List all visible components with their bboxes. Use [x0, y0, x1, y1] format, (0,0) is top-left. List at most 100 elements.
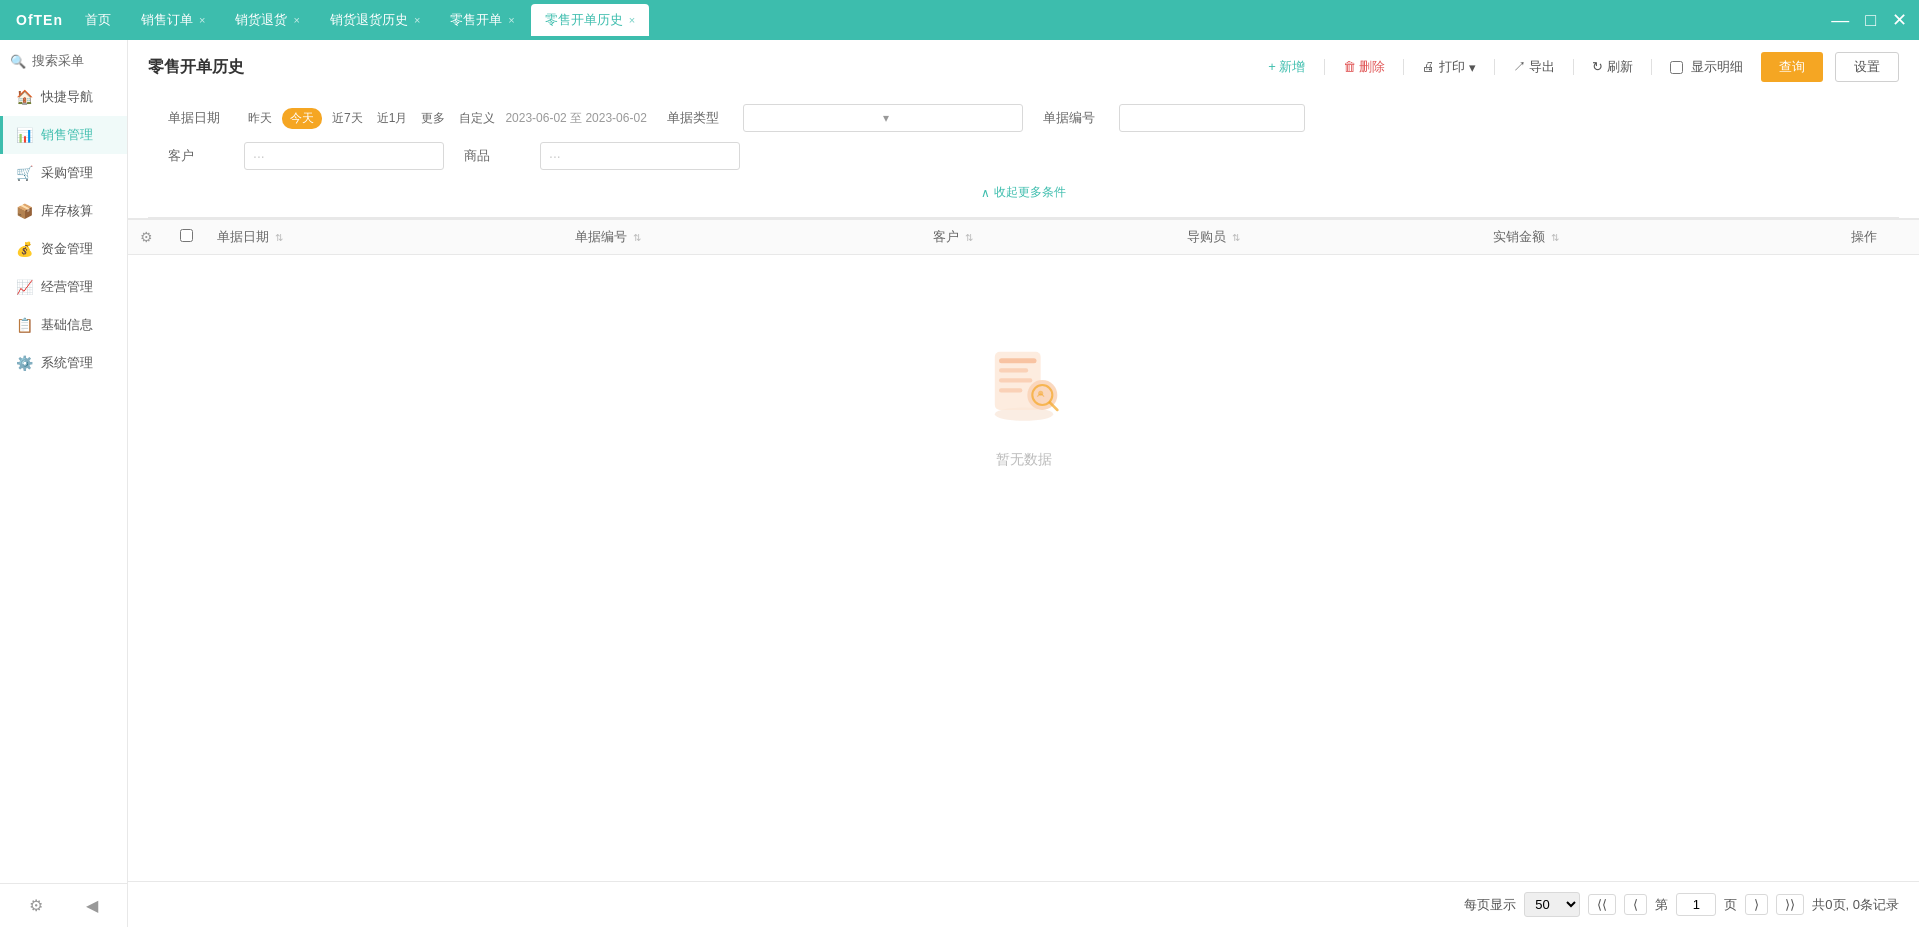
- sidebar-item-label-basic-info: 基础信息: [41, 316, 93, 334]
- system-mgmt-icon: ⚙️: [15, 354, 33, 372]
- date-btn-custom[interactable]: 自定义: [455, 108, 499, 129]
- date-btn-last7[interactable]: 近7天: [328, 108, 367, 129]
- doc-no-sort-icon[interactable]: ⇅: [633, 232, 641, 243]
- tab-close-sales-return-history[interactable]: ×: [414, 14, 420, 26]
- tab-item-sales-order[interactable]: 销售订单×: [127, 4, 219, 36]
- add-button[interactable]: + 新增: [1262, 54, 1311, 80]
- doc-date-sort-icon[interactable]: ⇅: [275, 232, 283, 243]
- sidebar-item-quick-nav[interactable]: 🏠快捷导航: [0, 78, 127, 116]
- sidebar-item-inventory[interactable]: 📦库存核算: [0, 192, 127, 230]
- basic-info-icon: 📋: [15, 316, 33, 334]
- sidebar-collapse-btn[interactable]: ◀: [82, 892, 102, 919]
- table-gear-icon[interactable]: ⚙: [140, 229, 153, 245]
- tab-item-home[interactable]: 首页: [71, 4, 125, 36]
- sidebar-item-label-sales-mgmt: 销售管理: [41, 126, 93, 144]
- goods-input[interactable]: ···: [540, 142, 740, 170]
- main-layout: 🔍 搜索采单 🏠快捷导航 📊 销售管理 🛒采购管理📦库存核算💰资金管理 📈 经营管理 📋 基础…: [0, 40, 1919, 927]
- th-customer: 客户 ⇅: [921, 220, 1175, 255]
- amount-sort-icon[interactable]: ⇅: [1551, 232, 1559, 243]
- sidebar-item-basic-info[interactable]: 📋 基础信息: [0, 306, 127, 344]
- date-btn-yesterday[interactable]: 昨天: [244, 108, 276, 129]
- th-settings: ⚙: [128, 220, 168, 255]
- last-page-btn[interactable]: ⟩⟩: [1776, 894, 1804, 915]
- customer-sort-icon[interactable]: ⇅: [965, 232, 973, 243]
- salesperson-sort-icon[interactable]: ⇅: [1232, 232, 1240, 243]
- table-wrapper: ⚙ 单据日期 ⇅ 单据编号 ⇅: [128, 219, 1919, 881]
- export-button[interactable]: ↗ 导出: [1507, 54, 1562, 80]
- prev-page-btn[interactable]: ⟨: [1624, 894, 1647, 915]
- page-label-post: 页: [1724, 896, 1737, 914]
- search-icon: 🔍: [10, 54, 26, 69]
- display-detail-button[interactable]: 显示明细: [1664, 54, 1749, 80]
- tab-close-retail-open-history[interactable]: ×: [629, 14, 635, 26]
- customer-input[interactable]: ···: [244, 142, 444, 170]
- empty-text: 暂无数据: [996, 451, 1052, 469]
- quick-nav-icon: 🏠: [15, 88, 33, 106]
- collapse-btn[interactable]: ∧ 收起更多条件: [981, 184, 1066, 201]
- select-all-checkbox[interactable]: [180, 229, 193, 242]
- svg-rect-5: [999, 388, 1022, 392]
- doc-type-label: 单据类型: [667, 109, 723, 127]
- window-close-btn[interactable]: ✕: [1888, 9, 1911, 31]
- th-doc-date-label: 单据日期: [217, 229, 269, 244]
- th-doc-no: 单据编号 ⇅: [563, 220, 921, 255]
- sidebar-item-sales-mgmt[interactable]: 📊 销售管理: [0, 116, 127, 154]
- delete-button[interactable]: 🗑 删除: [1337, 54, 1392, 80]
- customer-ellipsis: ···: [253, 148, 265, 164]
- page-size-select[interactable]: 50 10 20 100: [1524, 892, 1580, 917]
- date-filter-label: 单据日期: [168, 109, 224, 127]
- doc-no-input[interactable]: [1119, 104, 1305, 132]
- window-maximize-btn[interactable]: □: [1861, 10, 1880, 31]
- sidebar: 🔍 搜索采单 🏠快捷导航 📊 销售管理 🛒采购管理📦库存核算💰资金管理 📈 经营管理 📋 基础…: [0, 40, 128, 927]
- display-detail-checkbox[interactable]: [1670, 61, 1683, 74]
- sidebar-item-operation-mgmt[interactable]: 📈 经营管理: [0, 268, 127, 306]
- query-button[interactable]: 查询: [1761, 52, 1823, 82]
- sidebar-item-label-operation-mgmt: 经营管理: [41, 278, 93, 296]
- operation-mgmt-icon: 📈: [15, 278, 33, 296]
- sidebar-item-purchase-mgmt[interactable]: 🛒采购管理: [0, 154, 127, 192]
- collapse-icon: ∧: [981, 186, 990, 200]
- date-btn-last1month[interactable]: 近1月: [373, 108, 412, 129]
- filter-row-2: 客户 ··· 商品 ···: [168, 142, 1879, 170]
- total-info: 共0页, 0条记录: [1812, 896, 1899, 914]
- setting-button[interactable]: 设置: [1835, 52, 1899, 82]
- filter-area: 单据日期 昨天 今天 近7天 近1月 更多 自定义 2023-06-02 至 2…: [148, 92, 1899, 218]
- sales-mgmt-icon: 📊: [15, 126, 33, 144]
- content-area: 零售开单历史 + 新增 🗑 删除 🖨 打印 ▾ ↗ 导出 ↻ 刷新: [128, 40, 1919, 927]
- sidebar-settings-btn[interactable]: ⚙: [25, 892, 47, 919]
- date-btn-today[interactable]: 今天: [282, 108, 322, 129]
- next-page-btn[interactable]: ⟩: [1745, 894, 1768, 915]
- sidebar-search[interactable]: 🔍 搜索采单: [0, 40, 127, 78]
- tab-bar: OfTEn 首页销售订单×销货退货×销货退货历史×零售开单×零售开单历史× — …: [0, 0, 1919, 40]
- tab-item-sales-return[interactable]: 销货退货×: [221, 4, 313, 36]
- sidebar-item-finance-mgmt[interactable]: 💰资金管理: [0, 230, 127, 268]
- print-button[interactable]: 🖨 打印 ▾: [1416, 54, 1482, 80]
- sidebar-item-system-mgmt[interactable]: ⚙️系统管理: [0, 344, 127, 382]
- tab-item-retail-open-history[interactable]: 零售开单历史×: [531, 4, 649, 36]
- tab-close-retail-open[interactable]: ×: [508, 14, 514, 26]
- tab-item-retail-open[interactable]: 零售开单×: [436, 4, 528, 36]
- tabs-container: 首页销售订单×销货退货×销货退货历史×零售开单×零售开单历史×: [71, 4, 651, 36]
- th-actions-label: 操作: [1851, 229, 1877, 244]
- th-salesperson-label: 导购员: [1187, 229, 1226, 244]
- pagination-bar: 每页显示 50 10 20 100 ⟨⟨ ⟨ 第 页 ⟩ ⟩⟩ 共0页, 0条记…: [128, 881, 1919, 927]
- window-minimize-btn[interactable]: —: [1827, 10, 1853, 31]
- th-amount: 实销金额 ⇅: [1481, 220, 1839, 255]
- svg-rect-2: [999, 358, 1037, 363]
- doc-type-select[interactable]: ▾: [743, 104, 1023, 132]
- tab-item-sales-return-history[interactable]: 销货退货历史×: [316, 4, 434, 36]
- brand-logo: OfTEn: [8, 12, 71, 28]
- page-header: 零售开单历史 + 新增 🗑 删除 🖨 打印 ▾ ↗ 导出 ↻ 刷新: [128, 40, 1919, 219]
- tab-close-sales-return[interactable]: ×: [293, 14, 299, 26]
- table-header: ⚙ 单据日期 ⇅ 单据编号 ⇅: [128, 220, 1919, 255]
- table-header-row: ⚙ 单据日期 ⇅ 单据编号 ⇅: [128, 220, 1919, 255]
- data-table: ⚙ 单据日期 ⇅ 单据编号 ⇅: [128, 219, 1919, 255]
- refresh-button[interactable]: ↻ 刷新: [1586, 54, 1639, 80]
- th-salesperson: 导购员 ⇅: [1175, 220, 1481, 255]
- first-page-btn[interactable]: ⟨⟨: [1588, 894, 1616, 915]
- page-title-row: 零售开单历史 + 新增 🗑 删除 🖨 打印 ▾ ↗ 导出 ↻ 刷新: [148, 52, 1899, 82]
- th-doc-date: 单据日期 ⇅: [205, 220, 563, 255]
- tab-close-sales-order[interactable]: ×: [199, 14, 205, 26]
- date-btn-more[interactable]: 更多: [417, 108, 449, 129]
- page-number-input[interactable]: [1676, 893, 1716, 916]
